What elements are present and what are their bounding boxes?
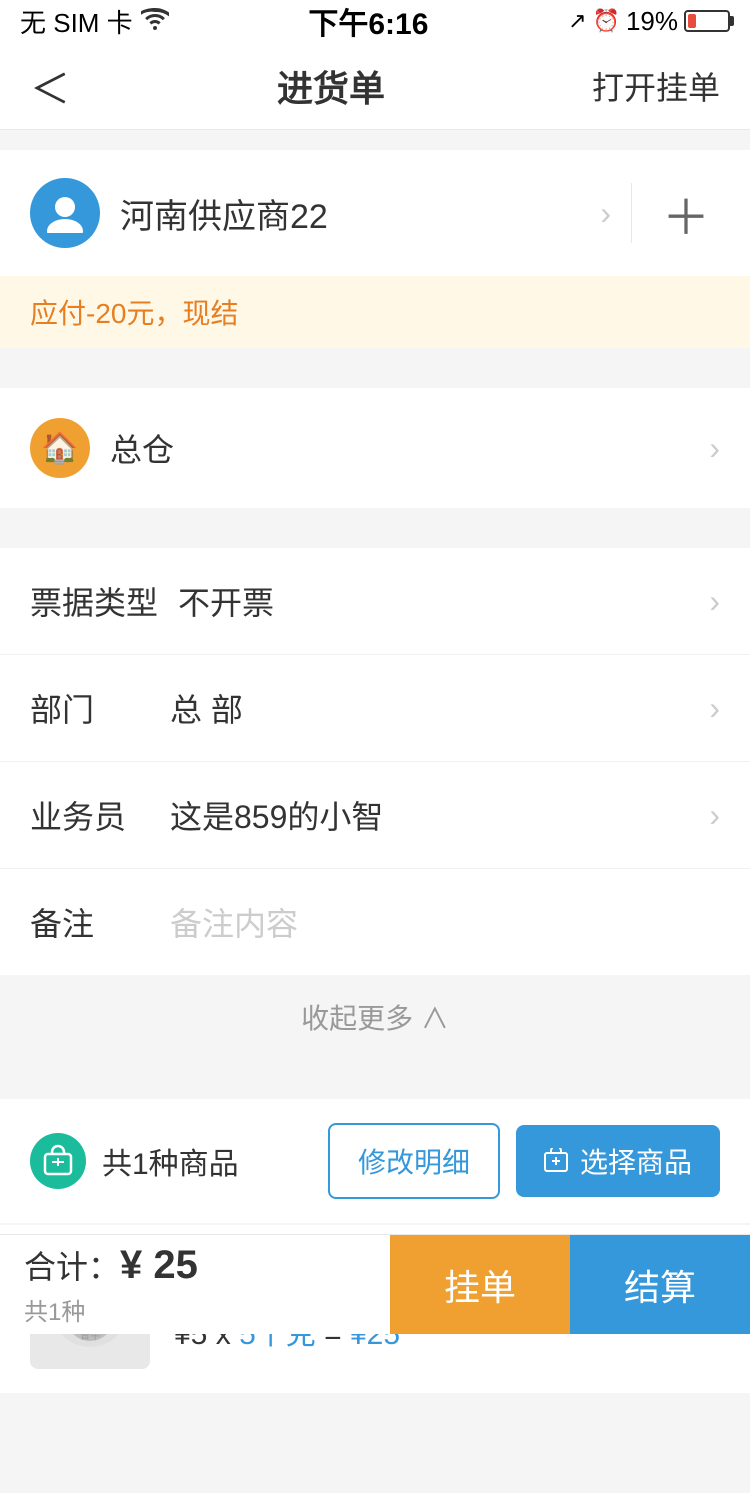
- back-button[interactable]: ＜: [30, 57, 70, 115]
- invoice-chevron-icon: ›: [709, 583, 720, 620]
- select-product-label: 选择商品: [580, 1141, 692, 1181]
- checkout-button[interactable]: 结算: [570, 1235, 750, 1334]
- gap-4: [0, 1059, 750, 1079]
- add-supplier-button[interactable]: ＋: [652, 178, 720, 248]
- form-row-note[interactable]: 备注 备注内容: [0, 869, 750, 975]
- form-row-invoice[interactable]: 票据类型 不开票 ›: [0, 548, 750, 655]
- staff-label: 业务员: [30, 792, 150, 838]
- warehouse-icon-wrap: 🏠: [30, 418, 90, 478]
- hang-button[interactable]: 挂单: [390, 1235, 570, 1334]
- product-header: 共1种商品 修改明细 选择商品: [0, 1099, 750, 1223]
- warehouse-row[interactable]: 🏠 总仓 ›: [0, 388, 750, 508]
- dept-chevron-icon: ›: [709, 690, 720, 727]
- gap-3: [0, 508, 750, 528]
- status-bar: 无 SIM 卡 下午6:16 ↗ ⏰ 19%: [0, 0, 750, 42]
- total-section: 合计：¥ 25 共1种: [0, 1235, 390, 1334]
- battery-pct: 19%: [626, 6, 678, 37]
- alarm-icon: ⏰: [593, 8, 620, 34]
- warning-bar: 应付-20元，现结: [0, 276, 750, 348]
- supplier-section: 河南供应商22 › ＋ 应付-20元，现结: [0, 150, 750, 348]
- carrier-text: 无 SIM 卡: [20, 3, 133, 40]
- bottom-bar: 合计：¥ 25 共1种 挂单 结算: [0, 1234, 750, 1334]
- form-section: 票据类型 不开票 › 部门 总 部 › 业务员 这是859的小智 › 备注 备注…: [0, 548, 750, 975]
- edit-detail-button[interactable]: 修改明细: [328, 1123, 500, 1199]
- gap-2: [0, 348, 750, 368]
- invoice-value: 不开票: [178, 578, 709, 624]
- status-left: 无 SIM 卡: [20, 3, 169, 40]
- staff-chevron-icon: ›: [709, 797, 720, 834]
- dept-label: 部门: [30, 685, 150, 731]
- total-amount: ¥ 25: [120, 1243, 198, 1287]
- house-icon: 🏠: [41, 431, 78, 466]
- warehouse-chevron-icon: ›: [709, 430, 720, 467]
- form-row-dept[interactable]: 部门 总 部 ›: [0, 655, 750, 762]
- dept-value: 总 部: [170, 685, 709, 731]
- warehouse-label: 总仓: [110, 425, 709, 471]
- nav-bar: ＜ 进货单 打开挂单: [0, 42, 750, 130]
- status-time: 下午6:16: [308, 0, 428, 43]
- open-hang-button[interactable]: 打开挂单: [592, 63, 720, 109]
- collapse-bar[interactable]: 收起更多 ∧: [0, 975, 750, 1059]
- staff-value: 这是859的小智: [170, 792, 709, 838]
- supplier-chevron-icon: ›: [600, 195, 611, 232]
- bottom-spacer: [0, 1393, 750, 1493]
- total-sub: 共1种: [24, 1292, 366, 1327]
- supplier-name: 河南供应商22: [120, 189, 600, 238]
- supplier-avatar: [30, 178, 100, 248]
- note-placeholder[interactable]: 备注内容: [170, 899, 720, 945]
- product-icon-wrap: [30, 1133, 86, 1189]
- product-count: 共1种商品: [102, 1139, 328, 1183]
- total-label: 合计：: [24, 1249, 120, 1285]
- invoice-label: 票据类型: [30, 578, 158, 624]
- select-product-button[interactable]: 选择商品: [516, 1125, 720, 1197]
- page-title: 进货单: [277, 60, 385, 112]
- warehouse-section: 🏠 总仓 ›: [0, 388, 750, 508]
- wifi-icon: [141, 6, 169, 37]
- total-main: 合计：¥ 25: [24, 1242, 366, 1288]
- divider: [631, 183, 632, 243]
- location-icon: ↗: [568, 8, 586, 34]
- note-label: 备注: [30, 899, 150, 945]
- supplier-row[interactable]: 河南供应商22 › ＋: [0, 150, 750, 276]
- battery-icon: [684, 10, 730, 32]
- gap-1: [0, 130, 750, 150]
- status-right: ↗ ⏰ 19%: [568, 6, 730, 37]
- form-row-staff[interactable]: 业务员 这是859的小智 ›: [0, 762, 750, 869]
